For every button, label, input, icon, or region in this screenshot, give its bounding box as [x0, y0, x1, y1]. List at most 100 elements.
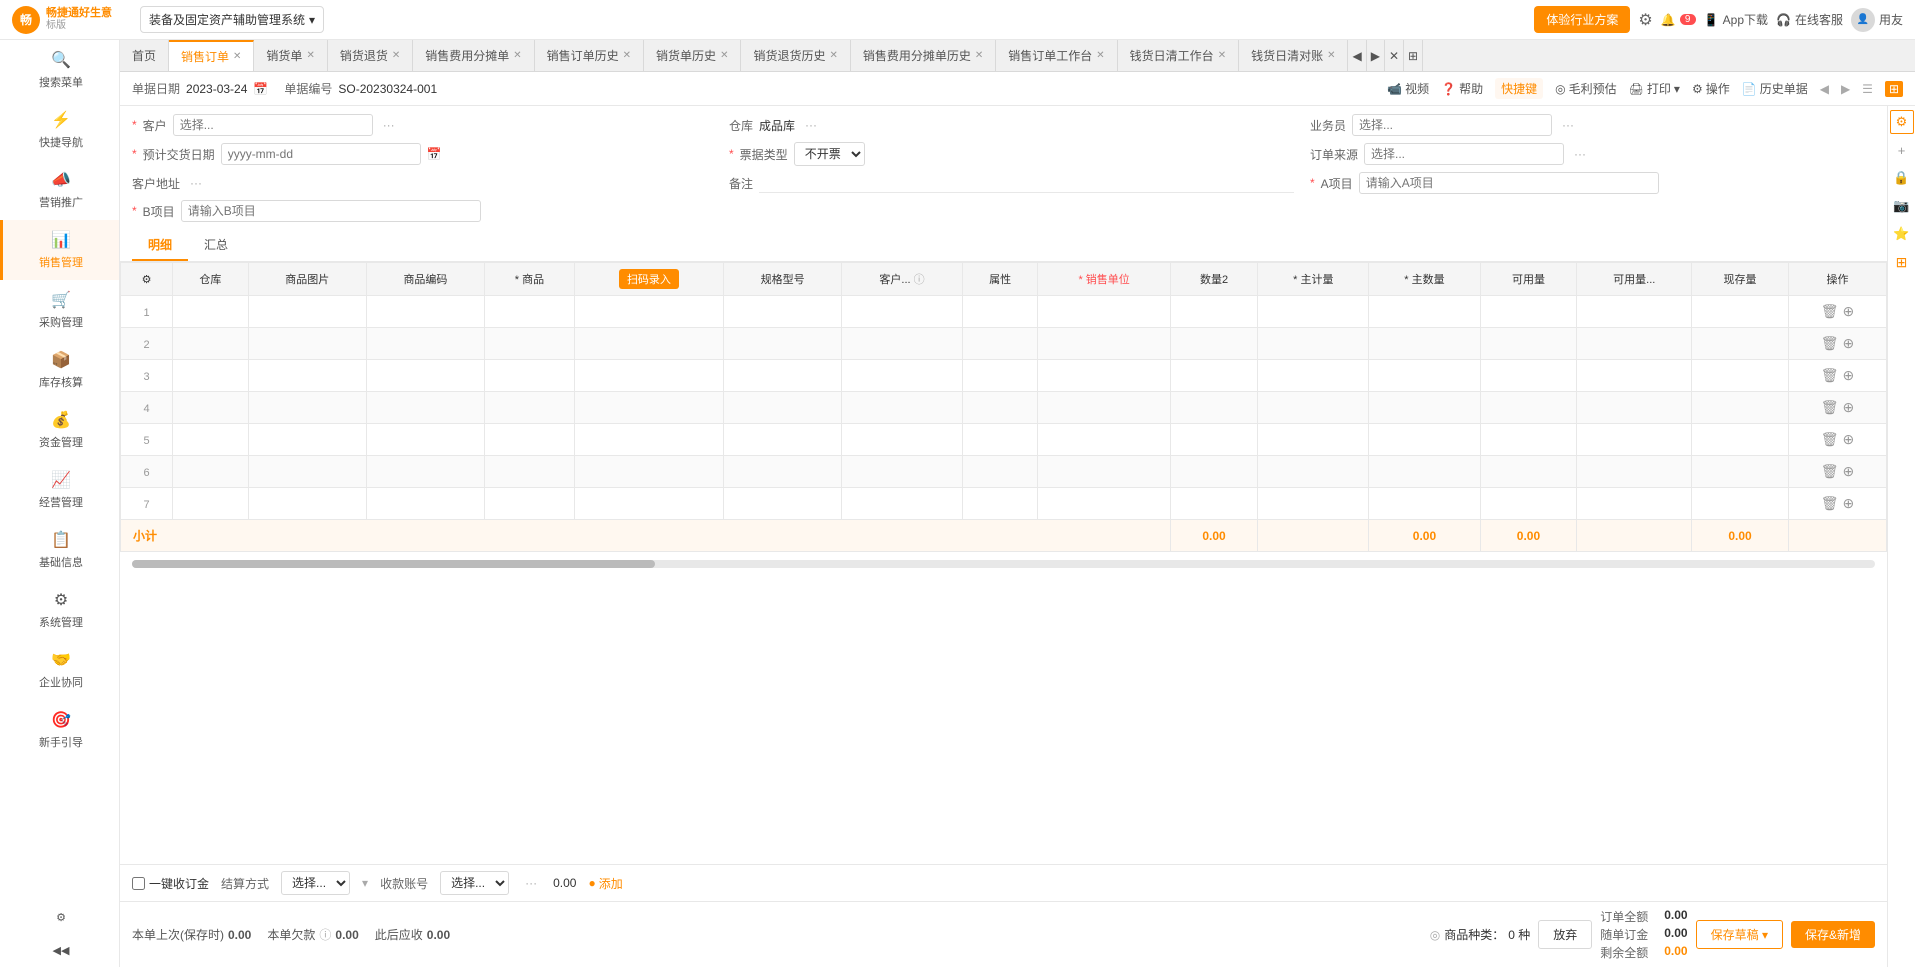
print-btn[interactable]: 🖨 打印 ▾: [1629, 80, 1680, 97]
receipt-ellipsis[interactable]: ···: [521, 876, 541, 890]
tab-receivable-clear[interactable]: 钱货日清工作台 ✕: [1118, 40, 1239, 72]
sidebar-camera-icon[interactable]: 📷: [1890, 194, 1914, 218]
auto-receive-check[interactable]: [132, 877, 145, 890]
delete-row-4-icon[interactable]: 🗑: [1821, 399, 1839, 416]
copy-row-2-icon[interactable]: ⊕: [1843, 335, 1855, 352]
cell-1-qty2[interactable]: [1170, 296, 1257, 328]
sidebar-item-guide[interactable]: 🎯 新手引导: [0, 700, 119, 760]
b-project-input[interactable]: [181, 200, 481, 222]
delete-row-1-icon[interactable]: 🗑: [1821, 303, 1839, 320]
copy-row-1-icon[interactable]: ⊕: [1843, 303, 1855, 320]
sidebar-item-search[interactable]: 🔍 搜索菜单: [0, 40, 119, 100]
tab-detail[interactable]: 明细: [132, 230, 188, 261]
sidebar-item-system[interactable]: ⚙ 系统管理: [0, 580, 119, 640]
tab-close-sales-order[interactable]: ✕: [233, 51, 241, 62]
scan-btn[interactable]: 扫码录入: [619, 269, 679, 289]
tab-close-sales-return-history[interactable]: ✕: [720, 50, 728, 61]
cell-1-spec[interactable]: [724, 296, 842, 328]
tab-close-receivable-clear[interactable]: ✕: [1218, 50, 1226, 61]
cell-1-attributes[interactable]: [962, 296, 1038, 328]
delete-row-7-icon[interactable]: 🗑: [1821, 495, 1839, 512]
tab-close-sales-refund[interactable]: ✕: [392, 50, 400, 61]
tab-sales-refund[interactable]: 销货退货 ✕: [328, 40, 413, 72]
sidebar-settings-btn[interactable]: ⚙: [1890, 110, 1914, 134]
tab-close-sales-fee-split[interactable]: ✕: [513, 50, 521, 61]
cell-1-main-qty[interactable]: [1369, 296, 1480, 328]
sidebar-item-quick-nav[interactable]: ⚡ 快捷导航: [0, 100, 119, 160]
invoice-type-select[interactable]: 不开票: [794, 142, 865, 166]
order-source-input[interactable]: [1364, 143, 1564, 165]
customer-ellipsis[interactable]: ···: [379, 118, 399, 132]
list-view-btn[interactable]: ☰: [1862, 82, 1873, 96]
warehouse-ellipsis[interactable]: ···: [801, 118, 821, 132]
a-project-input[interactable]: [1359, 172, 1659, 194]
col-settings[interactable]: ⚙: [121, 263, 173, 296]
tab-close-fee-split-history[interactable]: ✕: [975, 50, 983, 61]
sidebar-barcode-icon[interactable]: ⊞: [1890, 250, 1914, 274]
order-source-ellipsis[interactable]: ···: [1570, 147, 1590, 161]
cell-1-customer-code[interactable]: [842, 296, 963, 328]
discard-btn[interactable]: 放弃: [1538, 920, 1592, 949]
tab-sales-fee-split-history[interactable]: 销售费用分摊单历史 ✕: [851, 40, 996, 72]
tab-close-sales-order-history[interactable]: ✕: [623, 50, 631, 61]
tab-sales-return-history[interactable]: 销货单历史 ✕: [644, 40, 741, 72]
view-btn[interactable]: 📹 视频: [1387, 80, 1429, 97]
tab-close-receivable-reconcile[interactable]: ✕: [1327, 50, 1335, 61]
sidebar-item-base-info[interactable]: 📋 基础信息: [0, 520, 119, 580]
customer-address-ellipsis[interactable]: ···: [186, 176, 206, 190]
copy-row-7-icon[interactable]: ⊕: [1843, 495, 1855, 512]
sidebar-item-finance[interactable]: 💰 资金管理: [0, 400, 119, 460]
sidebar-item-bottom-settings[interactable]: ⚙: [0, 901, 119, 934]
notifications-btn[interactable]: 🔔 9: [1661, 13, 1696, 27]
profit-btn[interactable]: ◎ 毛利预估: [1555, 80, 1617, 97]
sidebar-item-inventory[interactable]: 📦 库存核算: [0, 340, 119, 400]
cell-1-code[interactable]: [366, 296, 484, 328]
table-scrollbar[interactable]: [120, 552, 1887, 576]
system-selector[interactable]: 装备及固定资产辅助管理系统 ▾: [140, 6, 324, 33]
copy-row-3-icon[interactable]: ⊕: [1843, 367, 1855, 384]
sidebar-item-purchase[interactable]: 🛒 采购管理: [0, 280, 119, 340]
operate-btn[interactable]: ⚙ 操作: [1692, 80, 1730, 97]
sidebar-item-marketing[interactable]: 📣 营销推广: [0, 160, 119, 220]
sidebar-item-enterprise[interactable]: 🤝 企业协同: [0, 640, 119, 700]
add-receipt-btn[interactable]: ● 添加: [588, 875, 622, 892]
delete-row-5-icon[interactable]: 🗑: [1821, 431, 1839, 448]
tab-close-sales-order-workbench[interactable]: ✕: [1096, 50, 1104, 61]
tab-sales-fee-split[interactable]: 销售费用分摊单 ✕: [413, 40, 534, 72]
tab-summary[interactable]: 汇总: [188, 230, 244, 261]
tab-expand-btn[interactable]: ⊞: [1404, 40, 1423, 72]
salesperson-input[interactable]: [1352, 114, 1552, 136]
settings-gear-icon[interactable]: ⚙: [1638, 10, 1652, 30]
copy-row-5-icon[interactable]: ⊕: [1843, 431, 1855, 448]
tab-sales-refund-history[interactable]: 销货退货历史 ✕: [741, 40, 850, 72]
nav-left-btn[interactable]: ◀: [1820, 82, 1829, 96]
help-btn[interactable]: ❓ 帮助: [1441, 80, 1483, 97]
tab-receivable-reconcile[interactable]: 钱货日清对账 ✕: [1239, 40, 1348, 72]
tab-sales-order-history[interactable]: 销售订单历史 ✕: [535, 40, 644, 72]
copy-row-6-icon[interactable]: ⊕: [1843, 463, 1855, 480]
cell-1-main-unit[interactable]: [1258, 296, 1369, 328]
copy-row-4-icon[interactable]: ⊕: [1843, 399, 1855, 416]
delete-row-6-icon[interactable]: 🗑: [1821, 463, 1839, 480]
grid-view-btn[interactable]: ⊞: [1885, 81, 1903, 97]
cell-1-warehouse[interactable]: [173, 296, 249, 328]
save-draft-btn[interactable]: 保存草稿 ▾: [1696, 920, 1783, 949]
tab-close-all-btn[interactable]: ✕: [1385, 40, 1404, 72]
tab-close-sales-return[interactable]: ✕: [306, 50, 314, 61]
sidebar-add-item-btn[interactable]: +: [1890, 138, 1914, 162]
app-download-btn[interactable]: 📱 App下载: [1704, 11, 1768, 28]
delete-row-3-icon[interactable]: 🗑: [1821, 367, 1839, 384]
settlement-method-select[interactable]: 选择...: [281, 871, 350, 895]
tab-sales-return[interactable]: 销货单 ✕: [254, 40, 327, 72]
doc-date-value[interactable]: 2023-03-24: [186, 82, 247, 96]
shortcut-btn[interactable]: 快捷键: [1495, 78, 1543, 99]
solution-btn[interactable]: 体验行业方案: [1534, 6, 1630, 33]
delete-row-2-icon[interactable]: 🗑: [1821, 335, 1839, 352]
receipt-account-select[interactable]: 选择...: [440, 871, 509, 895]
user-area[interactable]: 👤 用友: [1851, 8, 1903, 32]
tab-home[interactable]: 首页: [120, 40, 169, 72]
sidebar-item-collapse[interactable]: ◀◀: [0, 934, 119, 967]
cell-1-product[interactable]: [485, 296, 575, 328]
customer-input[interactable]: [173, 114, 373, 136]
sidebar-item-sales[interactable]: 📊 销售管理: [0, 220, 119, 280]
